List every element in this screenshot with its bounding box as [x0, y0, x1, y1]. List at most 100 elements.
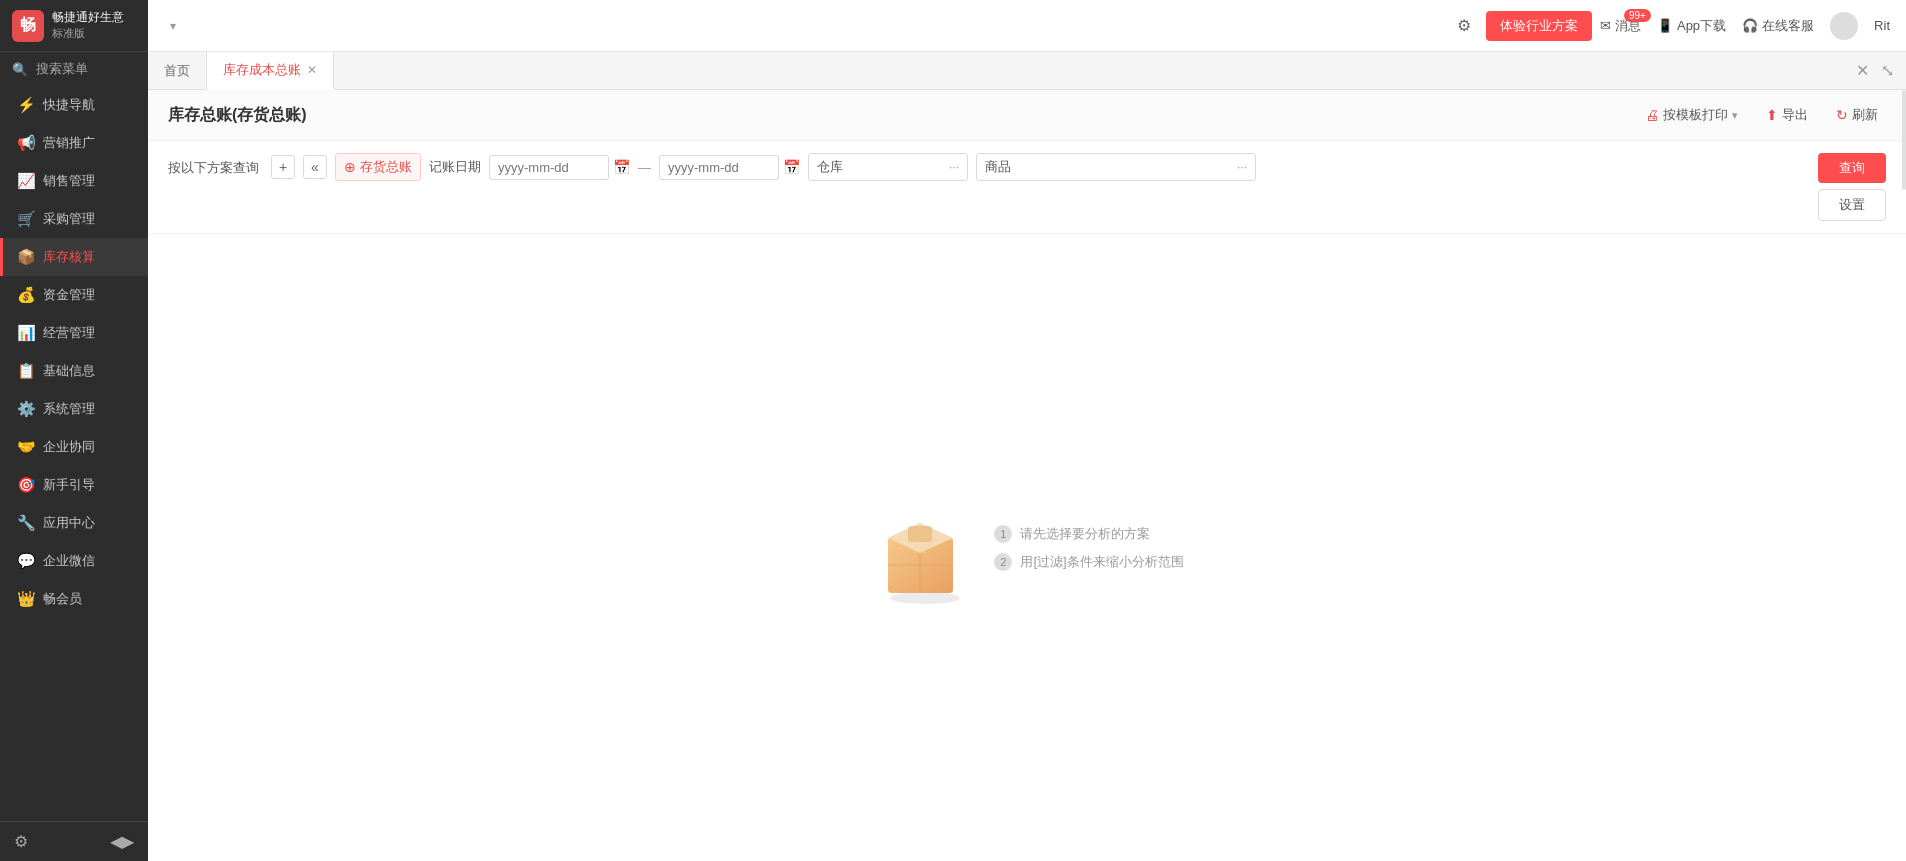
tab-inventory-ledger[interactable]: 库存成本总账 ✕ — [207, 52, 334, 90]
message-button[interactable]: ✉ 消息 99+ — [1600, 17, 1641, 35]
user-avatar[interactable] — [1830, 12, 1858, 40]
sidebar-item-guide[interactable]: 🎯 新手引导 — [0, 466, 148, 504]
settings-footer-icon[interactable]: ⚙ — [14, 832, 28, 851]
topbar-right: ✉ 消息 99+ 📱 App下载 🎧 在线客服 Rit — [1600, 12, 1890, 40]
page-title: 库存总账(存货总账) — [168, 105, 307, 126]
filter-add-button[interactable]: + — [271, 155, 295, 179]
page-header-actions: 🖨 按模板打印 ▾ ⬆ 导出 ↻ 刷新 — [1637, 102, 1886, 128]
app-logo-icon: 畅 — [12, 10, 44, 42]
sales-icon: 📈 — [17, 172, 35, 190]
app-download-button[interactable]: 📱 App下载 — [1657, 17, 1726, 35]
main-area: ▾ ⚙ 体验行业方案 ✉ 消息 99+ 📱 App下载 🎧 在线客服 Rit — [148, 0, 1906, 861]
date-to-group: 📅 — [659, 155, 800, 180]
sidebar-item-quick-nav[interactable]: ⚡ 快捷导航 — [0, 86, 148, 124]
date-from-input[interactable] — [489, 155, 609, 180]
operation-icon: 📊 — [17, 324, 35, 342]
page-content: 库存总账(存货总账) 🖨 按模板打印 ▾ ⬆ 导出 ↻ 刷新 按以下方案查询 — [148, 90, 1906, 861]
username-label: Rit — [1874, 18, 1890, 33]
audio-footer-icon[interactable]: ◀▶ — [110, 832, 134, 851]
close-panel-icon[interactable]: ✕ — [1852, 57, 1873, 84]
sidebar-item-operation[interactable]: 📊 经营管理 — [0, 314, 148, 352]
calendar-from-icon[interactable]: 📅 — [613, 159, 630, 175]
print-icon: 🖨 — [1645, 107, 1659, 123]
sidebar-item-marketing[interactable]: 📢 营销推广 — [0, 124, 148, 162]
sidebar-item-apps[interactable]: 🔧 应用中心 — [0, 504, 148, 542]
expand-icon[interactable]: ⤡ — [1877, 57, 1898, 84]
sidebar-item-inventory[interactable]: 📦 库存核算 — [0, 238, 148, 276]
search-icon: 🔍 — [12, 62, 28, 77]
topbar: ▾ ⚙ 体验行业方案 ✉ 消息 99+ 📱 App下载 🎧 在线客服 Rit — [148, 0, 1906, 52]
tab-bar: 首页 库存成本总账 ✕ ✕ ⤡ — [148, 52, 1906, 90]
svg-rect-7 — [908, 526, 932, 542]
tab-home[interactable]: 首页 — [148, 52, 207, 90]
hint-num-2: 2 — [994, 553, 1012, 571]
refresh-icon: ↻ — [1836, 107, 1848, 123]
sidebar-item-purchase[interactable]: 🛒 采购管理 — [0, 200, 148, 238]
empty-content: 1 请先选择要分析的方案 2 用[过滤]条件来缩小分析范围 — [870, 498, 1183, 598]
empty-text: 1 请先选择要分析的方案 2 用[过滤]条件来缩小分析范围 — [994, 525, 1183, 571]
warehouse-selector[interactable]: 仓库 ··· — [808, 153, 968, 181]
marketing-icon: 📢 — [17, 134, 35, 152]
refresh-button[interactable]: ↻ 刷新 — [1828, 102, 1886, 128]
sidebar: 畅 畅捷通好生意 标准版 🔍 搜索菜单 ⚡ 快捷导航 📢 营销推广 📈 销售管理… — [0, 0, 148, 861]
member-icon: 👑 — [17, 590, 35, 608]
print-template-button[interactable]: 🖨 按模板打印 ▾ — [1637, 102, 1746, 128]
filter-scheme-tag[interactable]: ⊕ 存货总账 — [335, 153, 421, 181]
sidebar-item-finance[interactable]: 💰 资金管理 — [0, 276, 148, 314]
export-icon: ⬆ — [1766, 107, 1778, 123]
quick-nav-icon: ⚡ — [17, 96, 35, 114]
sidebar-item-cooperation[interactable]: 🤝 企业协同 — [0, 428, 148, 466]
filter-bar: 按以下方案查询 + « ⊕ 存货总账 记账日期 📅 — 📅 — [148, 141, 1906, 234]
gear-icon: ⚙ — [1457, 16, 1471, 35]
sidebar-item-member[interactable]: 👑 畅会员 — [0, 580, 148, 618]
sidebar-logo: 畅 畅捷通好生意 标准版 — [0, 0, 148, 52]
message-badge: 99+ — [1624, 9, 1651, 22]
system-icon: ⚙️ — [17, 400, 35, 418]
basic-icon: 📋 — [17, 362, 35, 380]
resize-handle[interactable] — [1902, 90, 1906, 190]
page-header: 库存总账(存货总账) 🖨 按模板打印 ▾ ⬆ 导出 ↻ 刷新 — [148, 90, 1906, 141]
tab-close-icon[interactable]: ✕ — [307, 63, 317, 77]
product-more-icon: ··· — [1237, 160, 1247, 174]
date-to-input[interactable] — [659, 155, 779, 180]
cooperation-icon: 🤝 — [17, 438, 35, 456]
mobile-icon: 📱 — [1657, 18, 1673, 33]
empty-hint-1: 1 请先选择要分析的方案 — [994, 525, 1183, 543]
print-arrow-icon: ▾ — [1732, 109, 1738, 122]
search-menu-item[interactable]: 🔍 搜索菜单 — [0, 52, 148, 86]
filter-controls: + « ⊕ 存货总账 记账日期 📅 — 📅 — [271, 153, 1806, 181]
date-from-group: 📅 — [489, 155, 630, 180]
apps-icon: 🔧 — [17, 514, 35, 532]
app-name: 畅捷通好生意 标准版 — [52, 9, 124, 41]
breadcrumb: ▾ — [164, 19, 1442, 33]
industry-btn[interactable]: 体验行业方案 — [1486, 11, 1592, 41]
inventory-icon: 📦 — [17, 248, 35, 266]
wechat-icon: 💬 — [17, 552, 35, 570]
online-service-button[interactable]: 🎧 在线客服 — [1742, 17, 1814, 35]
date-label: 记账日期 — [429, 158, 481, 176]
date-separator: — — [638, 160, 651, 175]
sidebar-item-system[interactable]: ⚙️ 系统管理 — [0, 390, 148, 428]
scheme-icon: ⊕ — [344, 159, 356, 175]
sidebar-item-sales[interactable]: 📈 销售管理 — [0, 162, 148, 200]
sidebar-footer: ⚙ ◀▶ — [0, 821, 148, 861]
empty-hint-2: 2 用[过滤]条件来缩小分析范围 — [994, 553, 1183, 571]
purchase-icon: 🛒 — [17, 210, 35, 228]
sidebar-nav: ⚡ 快捷导航 📢 营销推广 📈 销售管理 🛒 采购管理 📦 库存核算 💰 资金管… — [0, 86, 148, 821]
warehouse-more-icon: ··· — [949, 160, 959, 174]
settings-button[interactable]: 设置 — [1818, 189, 1886, 221]
query-button[interactable]: 查询 — [1818, 153, 1886, 183]
empty-state: 1 请先选择要分析的方案 2 用[过滤]条件来缩小分析范围 — [148, 234, 1906, 861]
topbar-gear-button[interactable]: ⚙ — [1450, 12, 1478, 40]
sidebar-item-basic[interactable]: 📋 基础信息 — [0, 352, 148, 390]
calendar-to-icon[interactable]: 📅 — [783, 159, 800, 175]
empty-illustration — [870, 498, 970, 598]
finance-icon: 💰 — [17, 286, 35, 304]
export-button[interactable]: ⬆ 导出 — [1758, 102, 1816, 128]
filter-label: 按以下方案查询 — [168, 153, 259, 177]
filter-collapse-button[interactable]: « — [303, 155, 327, 179]
product-selector[interactable]: 商品 ··· — [976, 153, 1256, 181]
sidebar-item-wechat[interactable]: 💬 企业微信 — [0, 542, 148, 580]
hint-num-1: 1 — [994, 525, 1012, 543]
breadcrumb-arrow-icon[interactable]: ▾ — [170, 19, 176, 33]
